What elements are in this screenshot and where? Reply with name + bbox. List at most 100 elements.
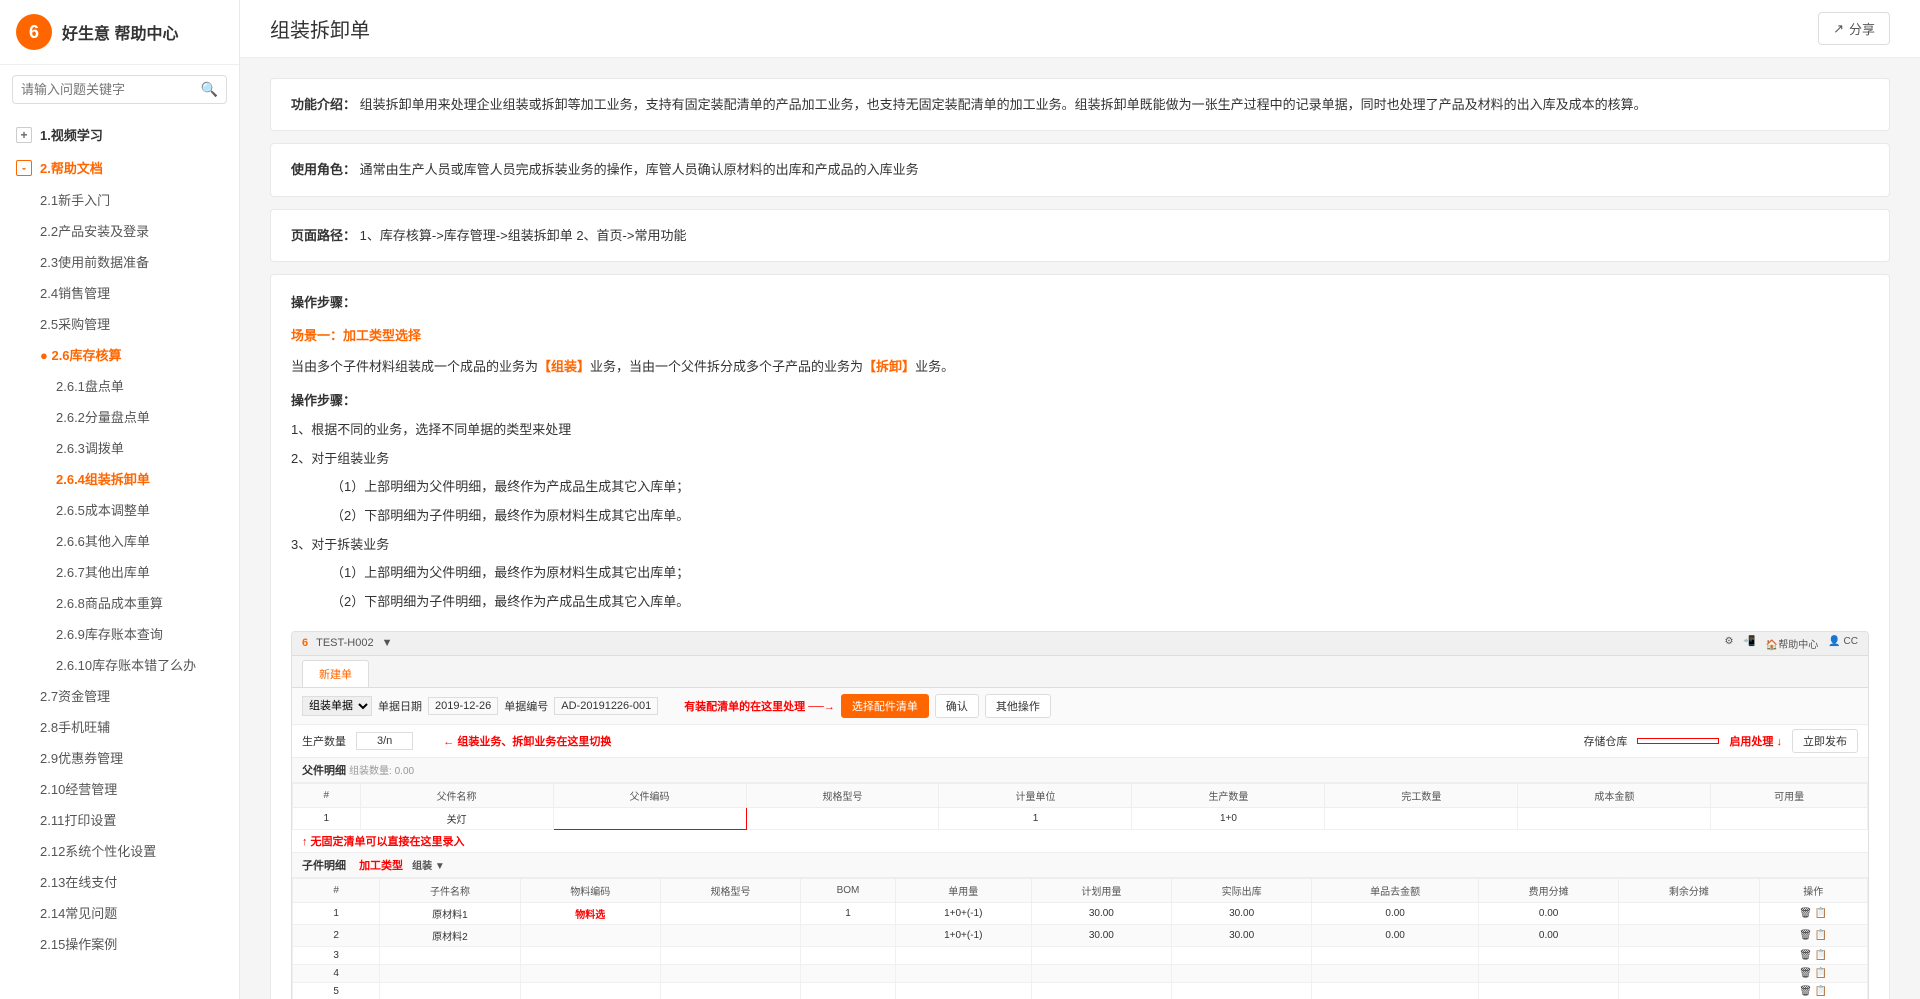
sidebar-item-2-6-6[interactable]: 2.6.6其他入库单 bbox=[0, 525, 239, 556]
mock-toolbar: 组装单据 拆卸单据 单据日期 2019-12-26 单据编号 AD-201912… bbox=[292, 688, 1868, 725]
mock-select-list-btn[interactable]: 选择配件清单 bbox=[841, 694, 929, 718]
table-row: 4 🗑 📋 bbox=[293, 964, 1868, 982]
mock-tabs-row: 新建单 bbox=[292, 656, 1868, 688]
search-box[interactable]: 🔍 bbox=[12, 75, 227, 104]
scenario-desc: 当由多个子件材料组装成一个成品的业务为【组装】业务，当由一个父件拆分成多个子产品… bbox=[291, 355, 1869, 380]
mock-sub-header: 生产数量 3/n ← 组装业务、拆卸业务在这里切换 存储仓库 启用处理 ↓ 立即… bbox=[292, 725, 1868, 758]
sidebar-item-2-4[interactable]: 2.4销售管理 bbox=[0, 277, 239, 308]
col-parent-name: 父件名称 bbox=[360, 783, 553, 807]
step-3-1: （1）上部明细为父件明细，最终作为原材料生成其它出库单； bbox=[291, 561, 1869, 586]
app-name: 好生意 帮助中心 bbox=[62, 20, 178, 44]
mock-id-val: AD-20191226-001 bbox=[554, 697, 658, 715]
sidebar-item-2-6-7[interactable]: 2.6.7其他出库单 bbox=[0, 556, 239, 587]
sidebar-item-2-11[interactable]: 2.11打印设置 bbox=[0, 804, 239, 835]
mock-upper-table: # 父件名称 父件编码 规格型号 计量单位 生产数量 完工数量 成本金额 可用量 bbox=[292, 783, 1868, 830]
role-text: 通常由生产人员或库管人员完成拆装业务的操作，库管人员确认原材料的出库和产成品的入… bbox=[360, 162, 919, 177]
mock-icons-area: ⚙📲🏠帮助中心👤 CC bbox=[1724, 636, 1858, 651]
nav-section: + 1.视频学习 - 2.帮助文档 2.1新手入门 2.2产品安装及登录 2.3… bbox=[0, 114, 239, 963]
role-label: 使用角色： bbox=[291, 162, 356, 177]
annotation-3: 启用处理 ↓ bbox=[1729, 733, 1782, 749]
page-title: 组装拆卸单 bbox=[270, 14, 370, 43]
sidebar-item-1[interactable]: + 1.视频学习 bbox=[0, 118, 239, 151]
col-qty2: 完工数量 bbox=[1325, 783, 1518, 807]
ops-steps-title2: 操作步骤： bbox=[291, 389, 1869, 414]
logo-icon: 6 bbox=[16, 14, 52, 50]
sidebar-item-2-15[interactable]: 2.15操作案例 bbox=[0, 928, 239, 959]
table-row: 5 🗑 📋 bbox=[293, 982, 1868, 999]
sidebar-item-2-6-3[interactable]: 2.6.3调拨单 bbox=[0, 432, 239, 463]
annotation-1: 有装配清单的在这里处理 ──→ bbox=[684, 698, 835, 714]
sidebar-item-2-10[interactable]: 2.10经营管理 bbox=[0, 773, 239, 804]
mock-confirm2-btn[interactable]: 立即发布 bbox=[1792, 729, 1858, 753]
sidebar-item-2-7[interactable]: 2.7资金管理 bbox=[0, 680, 239, 711]
annotation-2: ← 组装业务、拆卸业务在这里切换 bbox=[443, 733, 611, 749]
expand-icon-1: + bbox=[16, 127, 32, 143]
search-icon[interactable]: 🔍 bbox=[201, 81, 218, 98]
sidebar-item-2-13[interactable]: 2.13在线支付 bbox=[0, 866, 239, 897]
mock-type-select[interactable]: 组装单据 拆卸单据 bbox=[302, 696, 372, 716]
mock-date-val: 2019-12-26 bbox=[428, 697, 498, 715]
mock-store-label: 存储仓库 bbox=[1583, 733, 1627, 749]
step-1: 1、根据不同的业务，选择不同单据的类型来处理 bbox=[291, 418, 1869, 443]
mock-date-label: 单据日期 bbox=[378, 698, 422, 714]
mock-store-val bbox=[1637, 738, 1719, 744]
share-label: 分享 bbox=[1849, 19, 1875, 38]
sidebar-item-2-6-10[interactable]: 2.6.10库存账本错了么办 bbox=[0, 649, 239, 680]
step-3: 3、对于拆装业务 bbox=[291, 533, 1869, 558]
mock-qty-label: 生产数量 bbox=[302, 733, 346, 749]
mock-upper-table-wrap: # 父件名称 父件编码 规格型号 计量单位 生产数量 完工数量 成本金额 可用量 bbox=[292, 783, 1868, 830]
sidebar-item-2-8[interactable]: 2.8手机旺辅 bbox=[0, 711, 239, 742]
content-area: 功能介绍： 组装拆卸单用来处理企业组装或拆卸等加工业务，支持有固定装配清单的产品… bbox=[240, 58, 1920, 999]
intro-block: 功能介绍： 组装拆卸单用来处理企业组装或拆卸等加工业务，支持有固定装配清单的产品… bbox=[270, 78, 1890, 131]
mock-lower-table: # 子件名称 物料编码 规格型号 BOM 单用量 计划用量 实际出库 单品去金额… bbox=[292, 878, 1868, 999]
col-spec: 规格型号 bbox=[746, 783, 939, 807]
mock-confirm-btn[interactable]: 确认 bbox=[935, 694, 979, 718]
ops-title: 操作步骤： bbox=[291, 291, 1869, 316]
mock-tab-active: 新建单 bbox=[302, 660, 369, 687]
top-bar: 组装拆卸单 ↗ 分享 bbox=[240, 0, 1920, 58]
step-3-2: （2）下部明细为子件明细，最终作为产成品生成其它入库单。 bbox=[291, 590, 1869, 615]
logo-area: 6 好生意 帮助中心 bbox=[0, 0, 239, 65]
sidebar-item-2-6-8[interactable]: 2.6.8商品成本重算 bbox=[0, 587, 239, 618]
table-row: 2 原材料2 1+0+(-1) 30.00 30.00 0.00 0.00 bbox=[293, 924, 1868, 946]
mock-qty-val: 3/n bbox=[356, 732, 413, 750]
mock-id-label: 单据编号 bbox=[504, 698, 548, 714]
sidebar-item-2-6-5[interactable]: 2.6.5成本调整单 bbox=[0, 494, 239, 525]
table-row: 3 🗑 📋 bbox=[293, 946, 1868, 964]
mock-lower-table-wrap: # 子件名称 物料编码 规格型号 BOM 单用量 计划用量 实际出库 单品去金额… bbox=[292, 878, 1868, 999]
sidebar-item-2-5[interactable]: 2.5采购管理 bbox=[0, 308, 239, 339]
share-button[interactable]: ↗ 分享 bbox=[1818, 12, 1890, 45]
search-input[interactable] bbox=[21, 82, 201, 97]
col-avail: 可用量 bbox=[1711, 783, 1868, 807]
sidebar-item-2-14[interactable]: 2.14常见问题 bbox=[0, 897, 239, 928]
mock-app-id: TEST-H002 bbox=[316, 637, 373, 649]
step-2-2: （2）下部明细为子件明细，最终作为原材料生成其它出库单。 bbox=[291, 504, 1869, 529]
table-row: 1 原材料1 物料选 1 1+0+(-1) 30.00 30.00 0.00 0… bbox=[293, 902, 1868, 924]
sidebar-item-2-9[interactable]: 2.9优惠券管理 bbox=[0, 742, 239, 773]
sidebar-item-2-6[interactable]: ● 2.6库存核算 bbox=[0, 339, 239, 370]
intro-text: 组装拆卸单用来处理企业组装或拆卸等加工业务，支持有固定装配清单的产品加工业务，也… bbox=[360, 97, 1647, 112]
col-num: # bbox=[293, 783, 361, 807]
sidebar-item-2-6-2[interactable]: 2.6.2分量盘点单 bbox=[0, 401, 239, 432]
intro-label: 功能介绍： bbox=[291, 97, 356, 112]
sidebar-item-2-3[interactable]: 2.3使用前数据准备 bbox=[0, 246, 239, 277]
sidebar-item-2-2[interactable]: 2.2产品安装及登录 bbox=[0, 215, 239, 246]
col-unit: 计量单位 bbox=[939, 783, 1132, 807]
sidebar-item-2-1[interactable]: 2.1新手入门 bbox=[0, 184, 239, 215]
sidebar-item-2[interactable]: - 2.帮助文档 bbox=[0, 151, 239, 184]
nav-label-1: 1.视频学习 bbox=[40, 125, 103, 144]
mock-otherops-btn[interactable]: 其他操作 bbox=[985, 694, 1051, 718]
role-block: 使用角色： 通常由生产人员或库管人员完成拆装业务的操作，库管人员确认原材料的出库… bbox=[270, 143, 1890, 196]
col-parent-code: 父件编码 bbox=[553, 783, 746, 807]
sidebar-item-2-6-1[interactable]: 2.6.1盘点单 bbox=[0, 370, 239, 401]
step-2: 2、对于组装业务 bbox=[291, 447, 1869, 472]
mock-upper-section-title: 父件明细 组装数量: 0.00 bbox=[292, 758, 1868, 783]
scenario-title: 场景一：加工类型选择 bbox=[291, 324, 1869, 349]
sidebar-item-2-12[interactable]: 2.12系统个性化设置 bbox=[0, 835, 239, 866]
table-row: 1 关灯 1 1+0 bbox=[293, 807, 1868, 829]
sidebar-item-2-6-4[interactable]: 2.6.4组装拆卸单 bbox=[0, 463, 239, 494]
sidebar: 6 好生意 帮助中心 🔍 + 1.视频学习 - 2.帮助文档 2.1新手入门 2… bbox=[0, 0, 240, 999]
screenshot-mockup: 6 TEST-H002 ▼ ⚙📲🏠帮助中心👤 CC 新建单 组装单据 拆卸单据 bbox=[291, 631, 1869, 999]
path-block: 页面路径： 1、库存核算->库存管理->组装拆卸单 2、首页->常用功能 bbox=[270, 209, 1890, 262]
sidebar-item-2-6-9[interactable]: 2.6.9库存账本查询 bbox=[0, 618, 239, 649]
